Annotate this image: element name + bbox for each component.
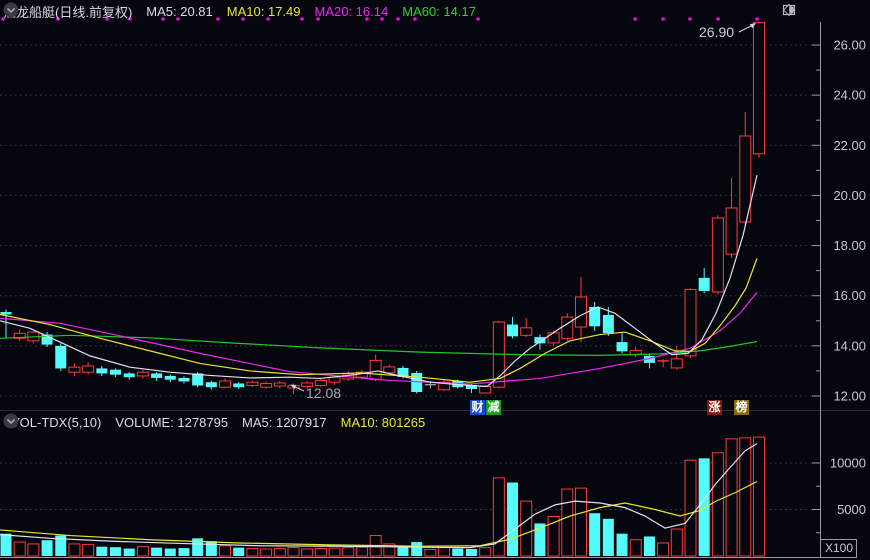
volume-readout: VOLUME: 1278795 [115, 415, 228, 430]
ma10-readout: MA10: 17.49 [227, 4, 301, 19]
volume-ma-lines [0, 444, 757, 548]
ma-lines [0, 175, 757, 386]
event-badge-zhang[interactable]: 涨 [707, 400, 722, 415]
volume-ma5-readout: MA5: 1207917 [242, 415, 327, 430]
svg-text:20.00: 20.00 [833, 188, 866, 203]
volume-pane-header: VOL-TDX(5,10) VOLUME: 1278795 MA5: 12079… [3, 413, 439, 431]
svg-text:5000: 5000 [837, 502, 866, 517]
svg-text:12.00: 12.00 [833, 389, 866, 404]
candlesticks [1, 22, 765, 394]
volume-ma10-readout: MA10: 801265 [341, 415, 426, 430]
svg-text:24.00: 24.00 [833, 88, 866, 103]
svg-text:14.00: 14.00 [833, 338, 866, 353]
svg-text:26.00: 26.00 [833, 38, 866, 53]
chart-canvas[interactable]: 26.00 24.00 22.00 20.00 18.00 16.00 14.00 12.00… [0, 0, 870, 560]
volume-unit-label: X100 [825, 541, 853, 555]
event-badge-bang[interactable]: 榜 [734, 400, 749, 415]
svg-text:22.00: 22.00 [833, 138, 866, 153]
volume-indicator-name: VOL-TDX(5,10) [11, 415, 101, 430]
ma60-readout: MA60: 14.17 [402, 4, 476, 19]
event-badge-cai[interactable]: 财 [470, 400, 485, 415]
svg-text:16.00: 16.00 [833, 288, 866, 303]
event-badge-jian[interactable]: 减 [486, 400, 501, 415]
stock-chart-window: 26.00 24.00 22.00 20.00 18.00 16.00 14.00 12.00… [0, 0, 870, 560]
svg-text:10000: 10000 [830, 456, 866, 471]
main-chart-header: 江龙船艇(日线.前复权) MA5: 20.81 MA10: 17.49 MA20… [3, 2, 490, 20]
ma20-readout: MA20: 16.14 [315, 4, 389, 19]
stock-title: 江龙船艇(日线.前复权) [3, 2, 132, 21]
ma5-readout: MA5: 20.81 [146, 4, 213, 19]
svg-text:18.00: 18.00 [833, 238, 866, 253]
